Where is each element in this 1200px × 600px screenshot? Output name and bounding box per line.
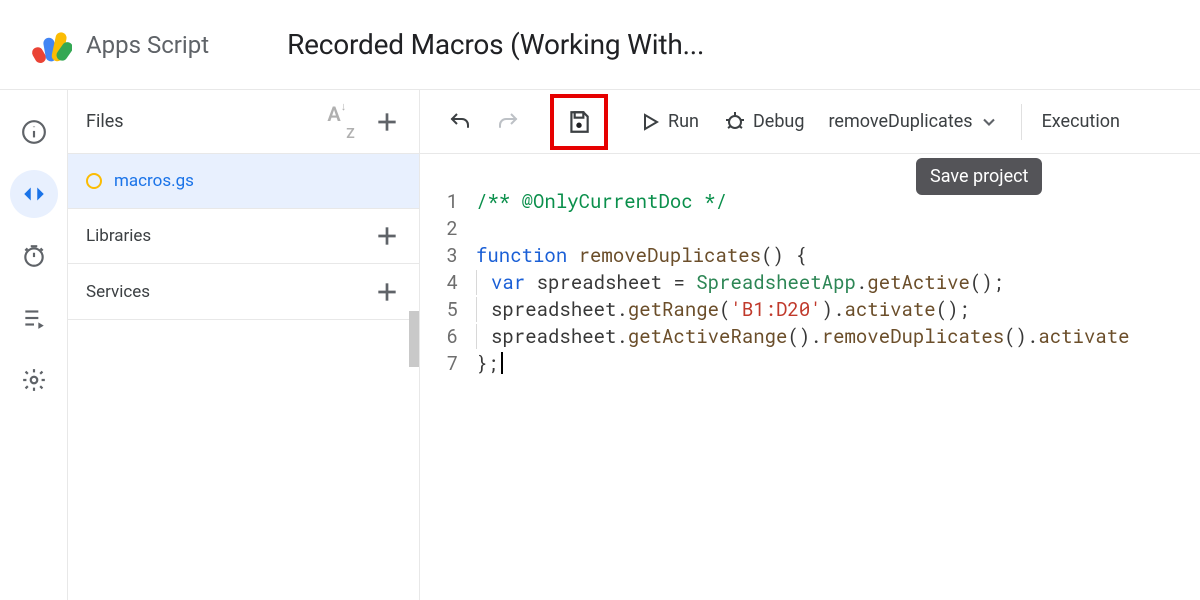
nav-editor[interactable] bbox=[10, 170, 58, 218]
editor-pane: Run Debug removeDuplicates Execution Sav… bbox=[420, 90, 1200, 600]
save-button[interactable] bbox=[556, 100, 602, 144]
product-logo[interactable]: Apps Script bbox=[28, 23, 279, 67]
chevron-down-icon bbox=[979, 112, 999, 132]
project-title[interactable]: Recorded Macros (Working With... bbox=[287, 28, 704, 61]
nav-triggers[interactable] bbox=[10, 232, 58, 280]
save-highlight bbox=[550, 94, 608, 150]
editor-toolbar: Run Debug removeDuplicates Execution bbox=[420, 90, 1200, 154]
files-title: Files bbox=[86, 111, 124, 132]
unsaved-indicator-icon bbox=[86, 173, 102, 189]
services-section[interactable]: Services bbox=[68, 264, 419, 320]
scrollbar-thumb[interactable] bbox=[409, 311, 419, 367]
debug-button[interactable]: Debug bbox=[713, 100, 815, 144]
execution-log-button[interactable]: Execution bbox=[1034, 111, 1120, 132]
toolbar-divider bbox=[1021, 104, 1022, 140]
add-file-button[interactable] bbox=[367, 102, 407, 142]
section-label: Services bbox=[86, 282, 150, 302]
code-editor[interactable]: 1234567 /** @OnlyCurrentDoc */function r… bbox=[420, 154, 1200, 600]
libraries-section[interactable]: Libraries bbox=[68, 208, 419, 264]
nav-executions[interactable] bbox=[10, 294, 58, 342]
run-button[interactable]: Run bbox=[628, 100, 709, 144]
run-label: Run bbox=[668, 111, 699, 132]
section-label: Libraries bbox=[86, 226, 151, 246]
add-service-button[interactable] bbox=[367, 272, 407, 312]
nav-rail bbox=[0, 90, 68, 600]
file-item[interactable]: macros.gs bbox=[68, 154, 419, 208]
product-name: Apps Script bbox=[86, 31, 209, 59]
files-header: Files A↓Z bbox=[68, 90, 419, 154]
code-area[interactable]: /** @OnlyCurrentDoc */function removeDup… bbox=[472, 160, 1130, 600]
add-library-button[interactable] bbox=[367, 216, 407, 256]
files-pane: Files A↓Z macros.gs Libraries Services bbox=[68, 90, 420, 600]
redo-button[interactable] bbox=[486, 100, 530, 144]
file-name: macros.gs bbox=[114, 171, 194, 191]
nav-settings[interactable] bbox=[10, 356, 58, 404]
function-selector[interactable]: removeDuplicates bbox=[818, 111, 1008, 132]
nav-overview[interactable] bbox=[10, 108, 58, 156]
function-name: removeDuplicates bbox=[828, 111, 972, 132]
undo-button[interactable] bbox=[438, 100, 482, 144]
line-gutter: 1234567 bbox=[420, 160, 472, 600]
debug-label: Debug bbox=[753, 111, 805, 132]
apps-script-logo-icon bbox=[28, 23, 72, 67]
sort-files-button[interactable]: A↓Z bbox=[321, 102, 361, 142]
app-header: Apps Script Recorded Macros (Working Wit… bbox=[0, 0, 1200, 90]
